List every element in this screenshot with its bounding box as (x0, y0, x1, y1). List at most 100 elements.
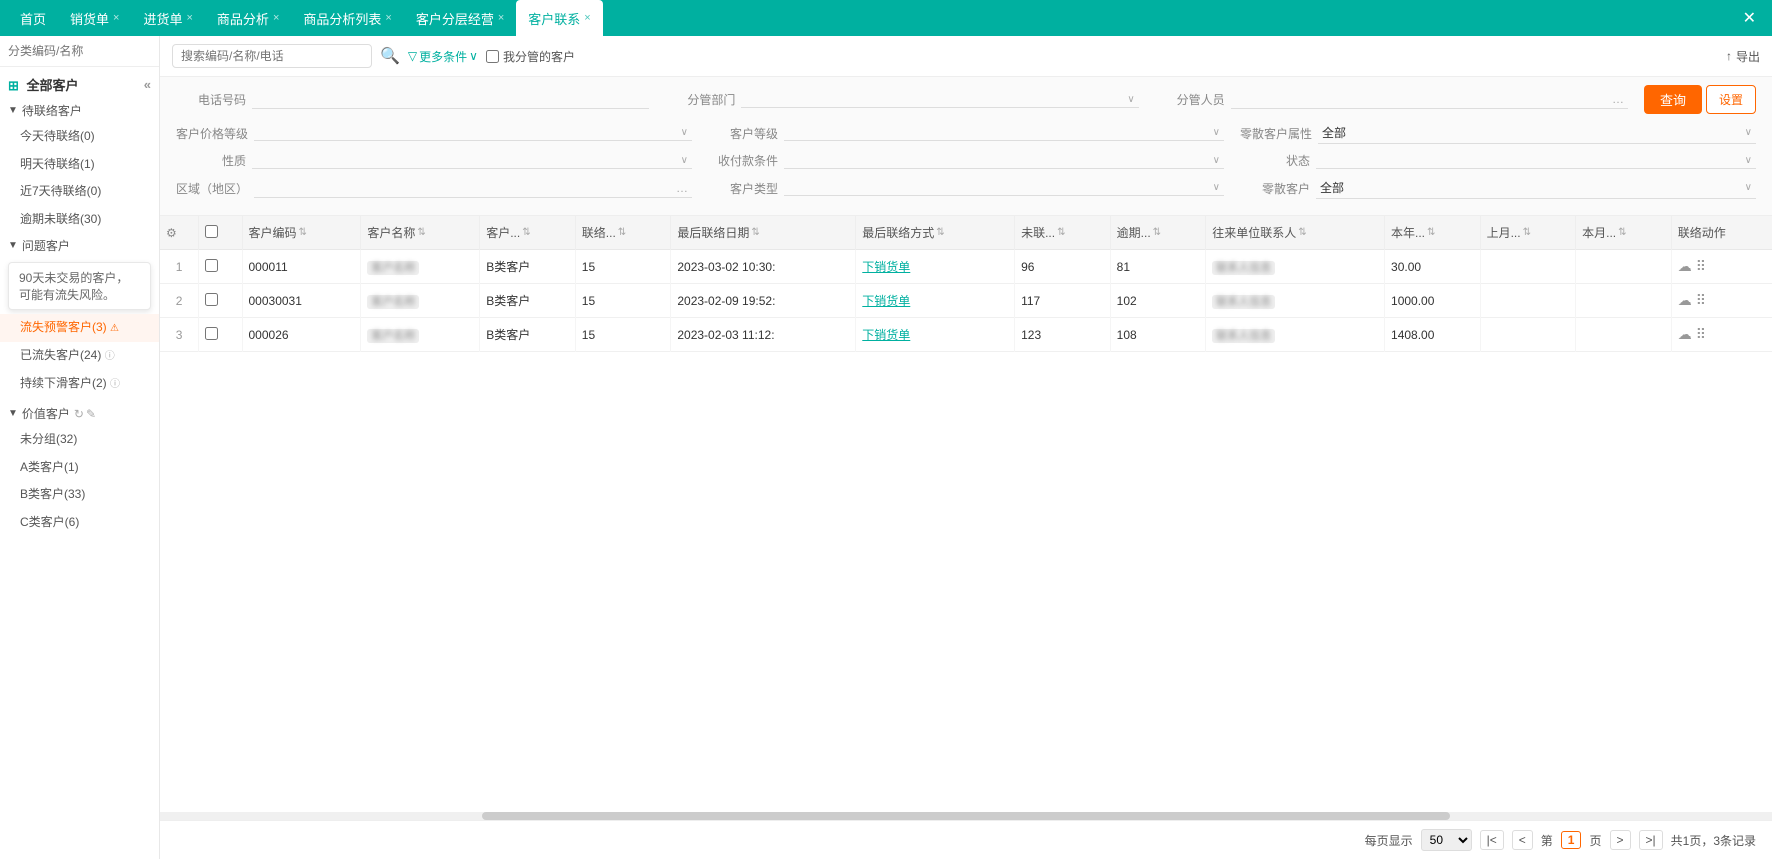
more-action-icon[interactable]: ⠿ (1696, 326, 1706, 343)
nav-tab-customer-contact[interactable]: 客户联系 × (516, 0, 602, 36)
sidebar-item-7days-contact[interactable]: 近7天待联络(0) (0, 178, 159, 206)
next-page-button[interactable]: > (1610, 830, 1631, 850)
my-customer-checkbox-label[interactable]: 我分管的客户 (486, 48, 575, 65)
sidebar-group-problem[interactable]: ▼ 问题客户 (0, 233, 159, 258)
nav-tab-product-analysis[interactable]: 商品分析 × (205, 0, 291, 36)
row-checkbox-cell[interactable] (199, 318, 242, 352)
sidebar-item-lost-customers[interactable]: 已流失客户(24) ⓘ (0, 342, 159, 370)
phone-input[interactable] (252, 90, 649, 109)
page-size-select[interactable]: 50 100 (1421, 829, 1472, 851)
close-icon[interactable]: × (186, 12, 192, 24)
status-select[interactable]: ∨ (1316, 153, 1756, 169)
nav-tab-product-list[interactable]: 商品分析列表 × (291, 0, 403, 36)
sidebar-item-today-contact[interactable]: 今天待联络(0) (0, 123, 159, 151)
retail-attr-select[interactable]: 全部 ∨ (1318, 122, 1756, 144)
close-icon[interactable]: × (113, 12, 119, 24)
filter-row-1: 电话号码 分管部门 ∨ 分管人员 … (176, 85, 1756, 114)
contact-action-icon[interactable]: ☁ (1678, 258, 1692, 275)
horizontal-scrollbar[interactable] (160, 812, 1772, 820)
row-checkbox[interactable] (205, 293, 218, 306)
refresh-icon[interactable]: ↻ (74, 407, 84, 421)
row-checkbox[interactable] (205, 327, 218, 340)
close-icon[interactable]: × (385, 12, 391, 24)
contact-action-icon[interactable]: ☁ (1678, 292, 1692, 309)
contact-action-icon[interactable]: ☁ (1678, 326, 1692, 343)
th-contact-person[interactable]: 往来单位联系人 ⇅ (1206, 216, 1385, 250)
price-level-select[interactable]: ∨ (254, 125, 692, 141)
last-contact-method-cell[interactable]: 下销货单 (856, 318, 1015, 352)
th-code[interactable]: 客户编码 ⇅ (242, 216, 361, 250)
sidebar-item-churn-warning[interactable]: 流失预警客户(3) ⚠ (0, 314, 159, 342)
last-month-cell (1480, 250, 1576, 284)
filter-field-phone: 电话号码 (176, 90, 649, 109)
more-action-icon[interactable]: ⠿ (1696, 258, 1706, 275)
manager-select[interactable]: … (1231, 90, 1628, 109)
sidebar-item-ungrouped[interactable]: 未分组(32) (0, 426, 159, 454)
this-month-cell (1576, 284, 1672, 318)
th-last-contact-method[interactable]: 最后联络方式 ⇅ (856, 216, 1015, 250)
th-settings[interactable]: ⚙ (160, 216, 199, 250)
th-customer-type[interactable]: 客户... ⇅ (480, 216, 576, 250)
row-checkbox-cell[interactable] (199, 284, 242, 318)
sidebar-item-tomorrow-contact[interactable]: 明天待联络(1) (0, 151, 159, 179)
nav-tab-home[interactable]: 首页 (8, 0, 58, 36)
sidebar-item-overdue-contact[interactable]: 逾期未联络(30) (0, 206, 159, 234)
th-last-month[interactable]: 上月... ⇅ (1480, 216, 1576, 250)
more-action-icon[interactable]: ⠿ (1696, 292, 1706, 309)
retail-customer-select[interactable]: 全部 ∨ (1316, 177, 1756, 199)
search-input[interactable] (172, 44, 372, 68)
edit-icon[interactable]: ✎ (86, 407, 96, 421)
dept-select[interactable]: ∨ (741, 92, 1138, 108)
nav-tab-sales[interactable]: 销货单 × (58, 0, 131, 36)
sort-icon: ⇅ (1153, 227, 1161, 238)
customer-level-select[interactable]: ∨ (784, 125, 1224, 141)
gender-select[interactable]: ∨ (252, 153, 692, 169)
collapse-icon[interactable]: « (144, 77, 151, 92)
sidebar-group-pending[interactable]: ▼ 待联络客户 (0, 98, 159, 123)
sidebar-search-input[interactable] (8, 44, 160, 58)
region-select[interactable]: … (254, 179, 692, 198)
scrollbar-thumb[interactable] (482, 812, 1449, 820)
sort-icon: ⇅ (751, 227, 759, 238)
th-this-month[interactable]: 本月... ⇅ (1576, 216, 1672, 250)
close-icon[interactable]: × (273, 12, 279, 24)
window-close-button[interactable]: ✕ (1735, 8, 1764, 28)
nav-tab-purchase[interactable]: 进货单 × (131, 0, 204, 36)
more-icon[interactable]: … (1612, 92, 1624, 106)
sidebar-item-class-c[interactable]: C类客户(6) (0, 509, 159, 537)
th-checkbox[interactable] (199, 216, 242, 250)
sort-icon: ⇅ (1427, 227, 1435, 238)
more-conditions-button[interactable]: ▽ 更多条件 ∨ (408, 48, 478, 65)
my-customer-checkbox[interactable] (486, 50, 499, 63)
first-page-button[interactable]: |< (1480, 830, 1504, 850)
row-checkbox-cell[interactable] (199, 250, 242, 284)
last-contact-method-cell[interactable]: 下销货单 (856, 284, 1015, 318)
th-last-contact-date[interactable]: 最后联络日期 ⇅ (671, 216, 856, 250)
select-all-checkbox[interactable] (205, 225, 218, 238)
last-page-button[interactable]: >| (1639, 830, 1663, 850)
chevron-down-icon: ∨ (1213, 127, 1220, 138)
customer-type-select[interactable]: ∨ (784, 180, 1224, 196)
sidebar-item-declining-customers[interactable]: 持续下滑客户(2) ⓘ (0, 370, 159, 398)
sidebar-item-class-a[interactable]: A类客户(1) (0, 454, 159, 482)
search-button[interactable]: 🔍 (380, 46, 400, 66)
last-contact-method-cell[interactable]: 下销货单 (856, 250, 1015, 284)
export-button[interactable]: ↑ 导出 (1726, 48, 1760, 65)
row-checkbox[interactable] (205, 259, 218, 272)
query-button[interactable]: 查询 (1644, 85, 1702, 114)
prev-page-button[interactable]: < (1512, 830, 1533, 850)
th-contact-count[interactable]: 联络... ⇅ (575, 216, 671, 250)
th-overdue[interactable]: 逾期... ⇅ (1110, 216, 1206, 250)
th-name[interactable]: 客户名称 ⇅ (361, 216, 480, 250)
sidebar-item-class-b[interactable]: B类客户(33) (0, 481, 159, 509)
payment-select[interactable]: ∨ (784, 153, 1224, 169)
nav-tab-customer-tier[interactable]: 客户分层经营 × (404, 0, 516, 36)
setting-button[interactable]: 设置 (1706, 85, 1756, 114)
settings-icon[interactable]: ⚙ (166, 226, 177, 240)
more-icon[interactable]: … (676, 181, 688, 195)
sidebar-group-value[interactable]: ▼ 价值客户 ↻ ✎ (0, 401, 159, 426)
close-icon[interactable]: × (498, 12, 504, 24)
th-no-contact[interactable]: 未联... ⇅ (1015, 216, 1111, 250)
th-year-amount[interactable]: 本年... ⇅ (1385, 216, 1481, 250)
close-icon[interactable]: × (584, 12, 590, 24)
